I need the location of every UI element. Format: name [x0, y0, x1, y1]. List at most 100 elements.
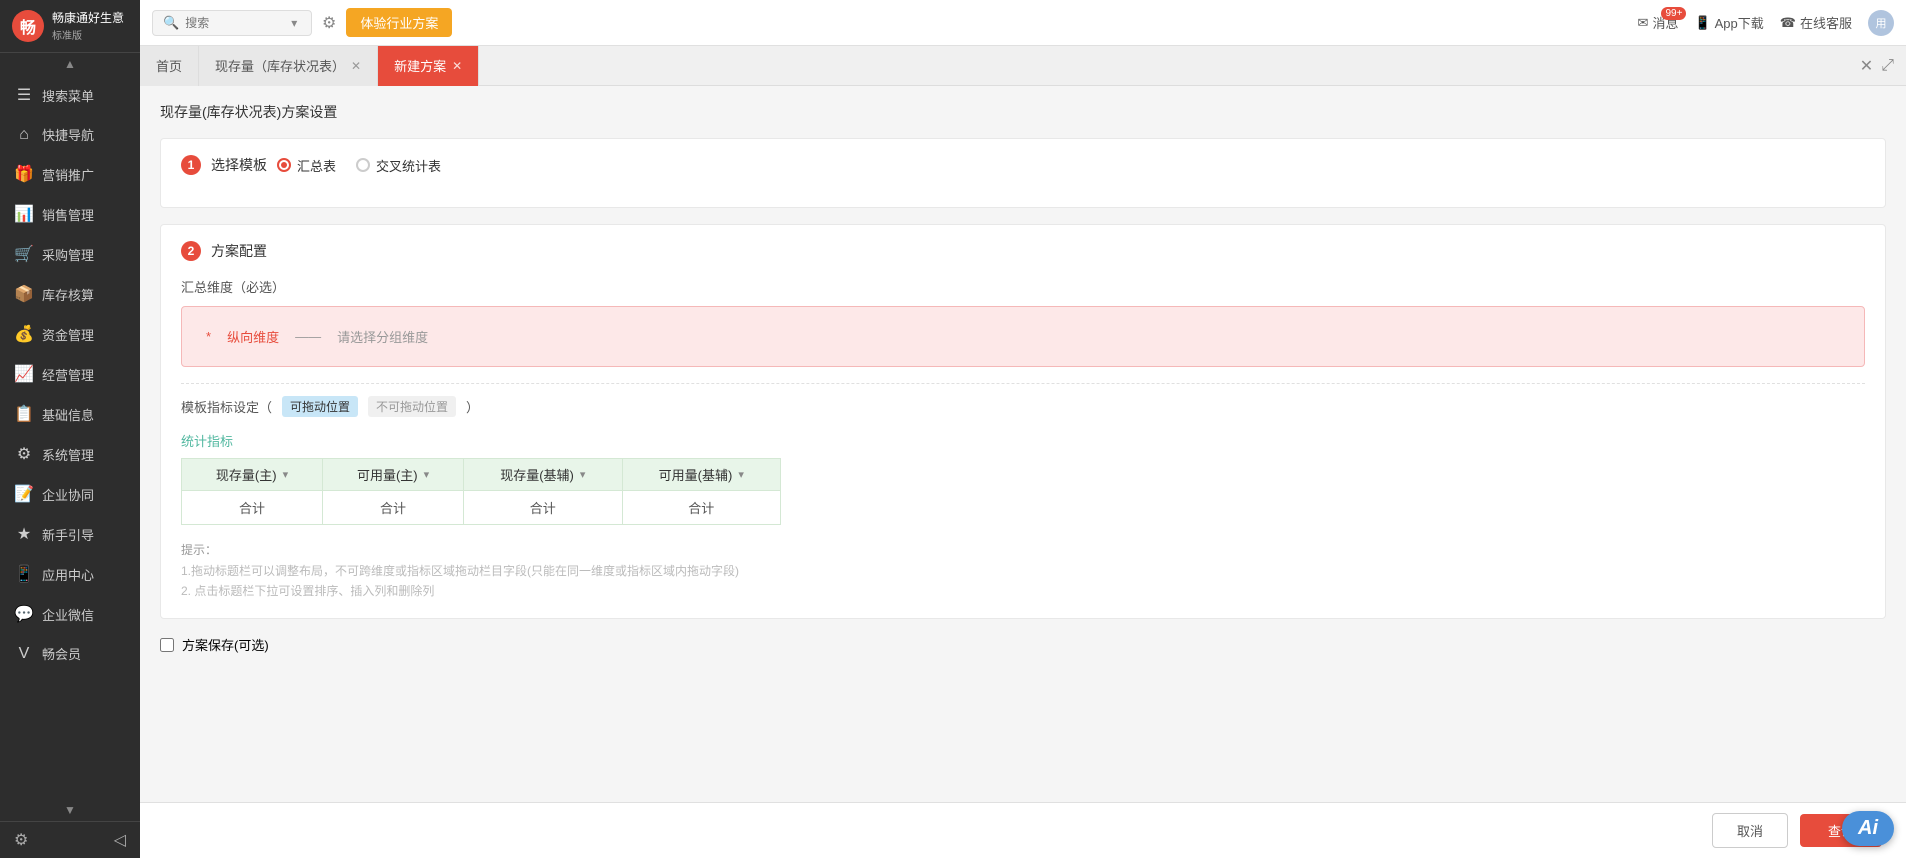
sidebar-item-basic-info[interactable]: 📋 基础信息	[0, 394, 140, 434]
sidebar-item-search-menu[interactable]: ☰ 搜索菜单	[0, 75, 140, 115]
dim-placeholder: 请选择分组维度	[337, 327, 428, 346]
step1-num: 1	[181, 155, 201, 175]
main-area: 🔍 ▾ ⚙ 体验行业方案 ✉ 消息 99+ 📱 App下载 ☎ 在线客服 用	[140, 0, 1906, 858]
sidebar-item-label: 基础信息	[42, 405, 94, 424]
sidebar-logo: 畅 畅康通好生意 标准版	[0, 0, 140, 53]
sidebar-item-marketing[interactable]: 🎁 营销推广	[0, 154, 140, 194]
sidebar-item-operations[interactable]: 📈 经营管理	[0, 354, 140, 394]
messages-btn[interactable]: ✉ 消息 99+	[1638, 13, 1679, 32]
stats-table: 现存量(主) ▾ 可用量(主) ▾ 现存量(基辅	[181, 458, 781, 525]
app-label: App下载	[1715, 13, 1764, 32]
trial-btn[interactable]: 体验行业方案	[346, 8, 452, 37]
gift-icon: 🎁	[14, 164, 34, 184]
col-available-aux: 可用量(基辅) ▾	[622, 459, 780, 491]
sidebar-item-inventory[interactable]: 📦 库存核算	[0, 274, 140, 314]
radio-cross-label: 交叉统计表	[376, 156, 441, 175]
settings-icon[interactable]: ⚙	[14, 830, 28, 850]
search-dropdown-icon[interactable]: ▾	[291, 16, 297, 30]
tips-item-1: 1.拖动标题栏可以调整布局，不可跨维度或指标区域拖动栏目字段(只能在同一维度或指…	[181, 562, 1865, 579]
col-current-main-chevron[interactable]: ▾	[283, 468, 289, 481]
sidebar-item-system[interactable]: ⚙ 系统管理	[0, 434, 140, 474]
user-avatar-btn[interactable]: 用	[1868, 10, 1894, 36]
sidebar-item-sales[interactable]: 📊 销售管理	[0, 194, 140, 234]
sidebar-item-label: 畅会员	[42, 644, 81, 663]
sidebar-item-wechat[interactable]: 💬 企业微信	[0, 594, 140, 634]
search-input[interactable]	[185, 16, 285, 30]
app-name: 畅康通好生意	[52, 10, 124, 27]
sidebar-item-new-guide[interactable]: ★ 新手引导	[0, 514, 140, 554]
cancel-button[interactable]: 取消	[1712, 813, 1788, 848]
tips-item-2: 2. 点击标题栏下拉可设置排序、插入列和删除列	[181, 582, 1865, 599]
money-icon: 💰	[14, 324, 34, 344]
volume-icon[interactable]: ◁	[114, 830, 126, 850]
chart-icon: 📊	[14, 204, 34, 224]
radio-summary-label: 汇总表	[297, 156, 336, 175]
sidebar-item-finance[interactable]: 💰 资金管理	[0, 314, 140, 354]
vertical-dim-label: 纵向维度	[227, 327, 279, 346]
app-download-btn[interactable]: 📱 App下载	[1694, 13, 1763, 32]
sidebar-item-label: 企业协同	[42, 485, 94, 504]
member-icon: V	[14, 645, 34, 663]
radio-summary[interactable]: 汇总表	[277, 156, 336, 175]
dimension-row: * 纵向维度 —— 请选择分组维度	[206, 327, 1840, 346]
col-current-aux-label: 现存量(基辅)	[500, 465, 574, 484]
tab-inventory-label: 现存量（库存状况表）	[215, 56, 345, 75]
sidebar-item-quick-nav[interactable]: ⌂ 快捷导航	[0, 115, 140, 154]
page-content: 现存量(库存状况表)方案设置 1 选择模板 汇总表 交叉统计表	[140, 86, 1906, 802]
search-box[interactable]: 🔍 ▾	[152, 10, 312, 36]
topbar-gear-icon[interactable]: ⚙	[322, 13, 336, 33]
message-icon: ✉	[1638, 15, 1649, 31]
avatar: 用	[1868, 10, 1894, 36]
sidebar-item-company[interactable]: 📝 企业协同	[0, 474, 140, 514]
sidebar-item-app-center[interactable]: 📱 应用中心	[0, 554, 140, 594]
sidebar-item-purchase[interactable]: 🛒 采购管理	[0, 234, 140, 274]
save-checkbox[interactable]	[160, 638, 174, 652]
app-icon: 📱	[1694, 15, 1710, 31]
col-available-aux-chevron[interactable]: ▾	[738, 468, 744, 481]
tab-home[interactable]: 首页	[140, 46, 199, 86]
tab-inventory-status[interactable]: 现存量（库存状况表） ✕	[199, 46, 378, 86]
footer-bar: 取消 查询	[140, 802, 1906, 858]
ai-badge[interactable]: Ai	[1842, 811, 1894, 846]
step1-header: 1 选择模板 汇总表 交叉统计表	[181, 155, 1865, 175]
radio-cross[interactable]: 交叉统计表	[356, 156, 441, 175]
tab-new-scheme[interactable]: 新建方案 ✕	[378, 46, 479, 86]
tips-title: 提示：	[181, 541, 1865, 558]
sidebar-item-label: 系统管理	[42, 445, 94, 464]
col-available-aux-label: 可用量(基辅)	[659, 465, 733, 484]
expand-panel-icon[interactable]: ⤢	[1881, 57, 1894, 75]
close-panel-icon[interactable]: ✕	[1860, 56, 1873, 76]
step2-num: 2	[181, 241, 201, 261]
sidebar-item-label: 新手引导	[42, 525, 94, 544]
col-current-aux: 现存量(基辅) ▾	[464, 459, 622, 491]
online-service-btn[interactable]: ☎ 在线客服	[1780, 13, 1852, 32]
sidebar-item-label: 销售管理	[42, 205, 94, 224]
tab-home-label: 首页	[156, 56, 182, 75]
col-current-aux-chevron[interactable]: ▾	[580, 468, 586, 481]
tab-new-scheme-close-icon[interactable]: ✕	[452, 59, 462, 73]
col-available-main-label: 可用量(主)	[357, 465, 418, 484]
col-available-main-chevron[interactable]: ▾	[424, 468, 430, 481]
dimension-selector-box[interactable]: * 纵向维度 —— 请选择分组维度	[181, 306, 1865, 367]
sidebar-scroll-down[interactable]: ▼	[0, 799, 140, 821]
service-label: 在线客服	[1800, 13, 1852, 32]
sidebar-item-member[interactable]: V 畅会员	[0, 634, 140, 673]
cell-available-aux-sub: 合计	[622, 491, 780, 525]
sidebar-scroll-up[interactable]: ▲	[0, 53, 140, 75]
required-mark: *	[206, 329, 211, 344]
template-radio-group: 汇总表 交叉统计表	[277, 156, 441, 175]
sidebar-item-label: 营销推广	[42, 165, 94, 184]
tab-inventory-close-icon[interactable]: ✕	[351, 59, 361, 73]
summary-dimension-label: 汇总维度（必选）	[181, 277, 1865, 296]
service-icon: ☎	[1780, 15, 1796, 31]
phone-icon: 📱	[14, 564, 34, 584]
step1-title: 选择模板	[211, 155, 267, 175]
sidebar-item-label: 应用中心	[42, 565, 94, 584]
sidebar-item-label: 资金管理	[42, 325, 94, 344]
topbar-right: ✉ 消息 99+ 📱 App下载 ☎ 在线客服 用	[1638, 10, 1894, 36]
star-icon: ★	[14, 524, 34, 544]
sidebar-item-label: 采购管理	[42, 245, 94, 264]
col-current-main: 现存量(主) ▾	[182, 459, 323, 491]
stats-section-label: 统计指标	[181, 431, 1865, 450]
tabbar: 首页 现存量（库存状况表） ✕ 新建方案 ✕ ✕ ⤢	[140, 46, 1906, 86]
